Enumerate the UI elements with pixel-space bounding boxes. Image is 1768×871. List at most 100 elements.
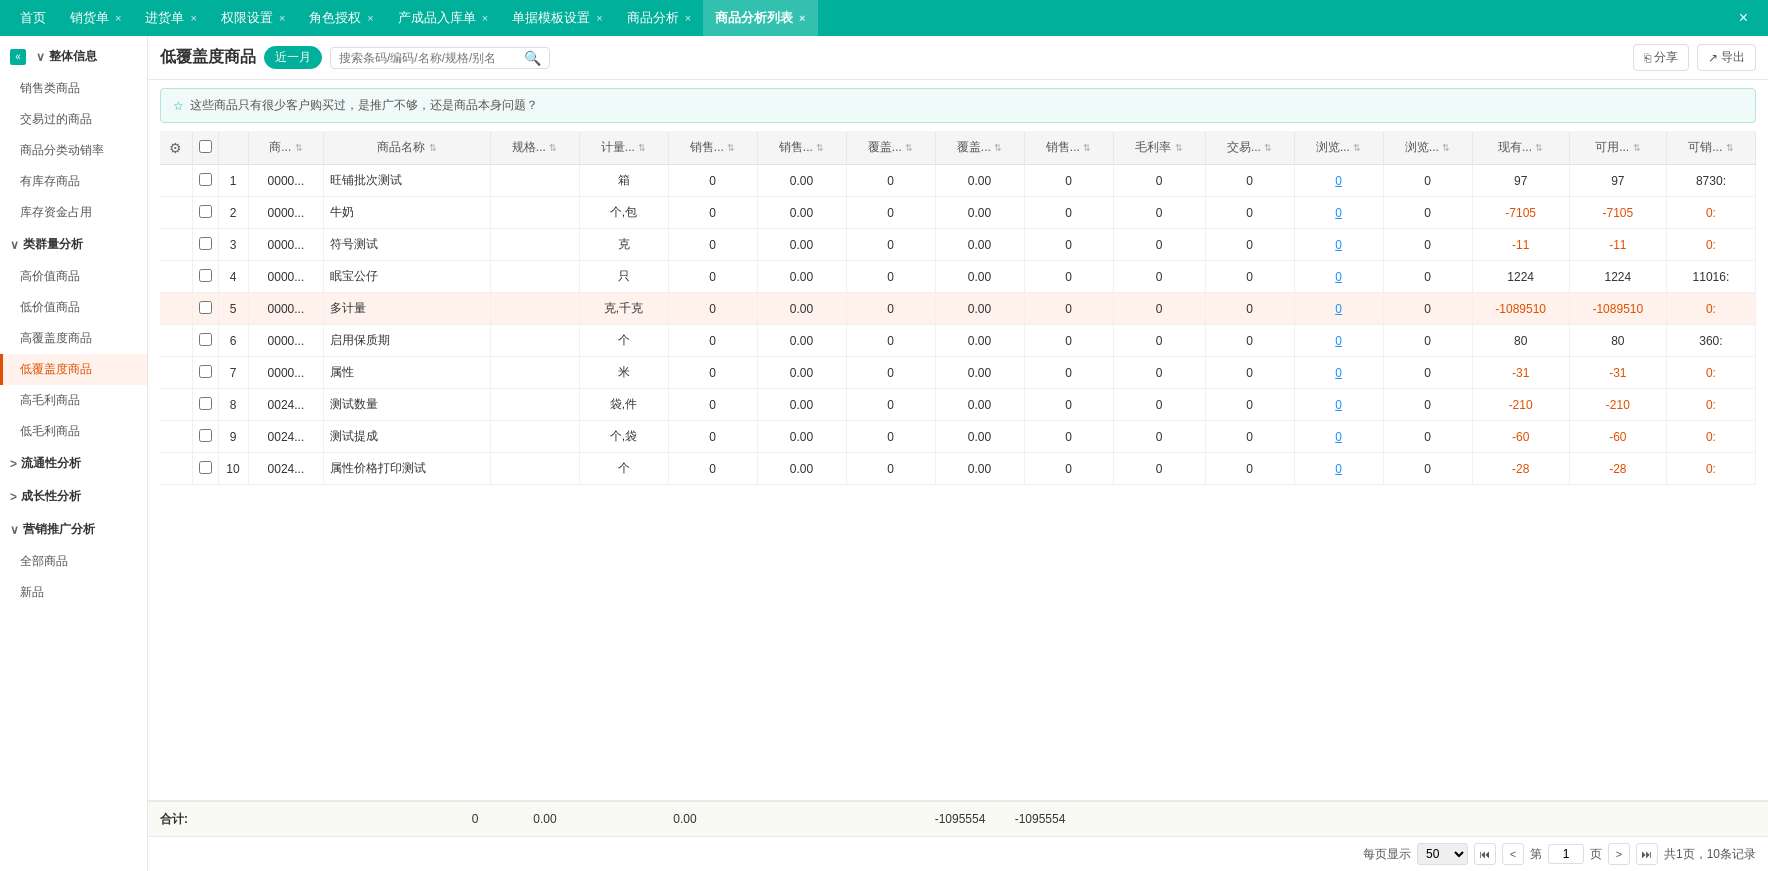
sidebar-item-capital-occupy[interactable]: 库存资金占用 [0, 197, 147, 228]
checkbox-cell[interactable] [192, 357, 218, 389]
nav-tab-role[interactable]: 角色授权 × [297, 0, 385, 36]
nav-tab-permissions[interactable]: 权限设置 × [209, 0, 297, 36]
sellable-column-header[interactable]: 可销... ⇅ [1666, 131, 1755, 165]
filter-recent-month-button[interactable]: 近一月 [264, 46, 322, 69]
row-checkbox[interactable] [199, 461, 212, 474]
coverage1-column-header[interactable]: 覆盖... ⇅ [846, 131, 935, 165]
spec-column-header[interactable]: 规格... ⇅ [490, 131, 579, 165]
sidebar-item-with-stock[interactable]: 有库存商品 [0, 166, 147, 197]
row-checkbox[interactable] [199, 429, 212, 442]
browse2-column-header[interactable]: 浏览... ⇅ [1383, 131, 1472, 165]
prev-page-button[interactable]: < [1502, 843, 1524, 865]
sidebar-item-high-profit[interactable]: 高毛利商品 [0, 385, 147, 416]
checkbox-cell[interactable] [192, 197, 218, 229]
close-icon[interactable]: × [279, 0, 285, 36]
browse1-cell[interactable]: 0 [1294, 453, 1383, 485]
sidebar-section-quantity[interactable]: ∨ 类群量分析 [0, 228, 147, 261]
browse1-cell[interactable]: 0 [1294, 325, 1383, 357]
browse1-cell[interactable]: 0 [1294, 229, 1383, 261]
close-icon[interactable]: × [190, 0, 196, 36]
close-icon[interactable]: × [685, 0, 691, 36]
footer-sales-count: 0 [440, 810, 510, 828]
available-column-header[interactable]: 可用... ⇅ [1569, 131, 1666, 165]
search-box[interactable]: 🔍 [330, 47, 550, 69]
checkbox-column-header[interactable] [192, 131, 218, 165]
browse1-cell[interactable]: 0 [1294, 357, 1383, 389]
nav-tab-template[interactable]: 单据模板设置 × [500, 0, 614, 36]
sales-amount-column-header[interactable]: 销售... ⇅ [757, 131, 846, 165]
row-checkbox[interactable] [199, 205, 212, 218]
share-button[interactable]: ⎗ 分享 [1633, 44, 1689, 71]
checkbox-cell[interactable] [192, 389, 218, 421]
sales-count-column-header[interactable]: 销售... ⇅ [668, 131, 757, 165]
gross-margin-column-header[interactable]: 毛利率 ⇅ [1113, 131, 1205, 165]
settings-column-header[interactable]: ⚙ [160, 131, 192, 165]
table-container[interactable]: ⚙ 商... ⇅ 商品名称 ⇅ 规格... ⇅ 计量... ⇅ 销售... ⇅ … [148, 131, 1768, 800]
nav-tab-sales[interactable]: 销货单 × [58, 0, 133, 36]
select-all-checkbox[interactable] [199, 140, 212, 153]
checkbox-cell[interactable] [192, 453, 218, 485]
close-icon[interactable]: × [596, 0, 602, 36]
sidebar-section-growth[interactable]: > 成长性分析 [0, 480, 147, 513]
name-column-header[interactable]: 商品名称 ⇅ [324, 131, 490, 165]
sidebar-section-flow[interactable]: > 流通性分析 [0, 447, 147, 480]
unit-column-header[interactable]: 计量... ⇅ [579, 131, 668, 165]
nav-tab-home[interactable]: 首页 [8, 0, 58, 36]
current-stock-column-header[interactable]: 现有... ⇅ [1472, 131, 1569, 165]
sidebar-item-low-profit[interactable]: 低毛利商品 [0, 416, 147, 447]
coverage2-column-header[interactable]: 覆盖... ⇅ [935, 131, 1024, 165]
export-button[interactable]: ↗ 导出 [1697, 44, 1756, 71]
nav-tab-product-entry[interactable]: 产成品入库单 × [386, 0, 500, 36]
row-checkbox[interactable] [199, 173, 212, 186]
checkbox-cell[interactable] [192, 229, 218, 261]
checkbox-cell[interactable] [192, 293, 218, 325]
close-icon[interactable]: × [367, 0, 373, 36]
checkbox-cell[interactable] [192, 325, 218, 357]
sidebar-collapse-button[interactable]: « [10, 49, 26, 65]
browse1-cell[interactable]: 0 [1294, 261, 1383, 293]
browse1-column-header[interactable]: 浏览... ⇅ [1294, 131, 1383, 165]
nav-tab-purchase[interactable]: 进货单 × [133, 0, 208, 36]
next-page-button[interactable]: > [1608, 843, 1630, 865]
row-checkbox[interactable] [199, 397, 212, 410]
close-icon[interactable]: × [115, 0, 121, 36]
page-size-select[interactable]: 50 20 100 200 [1417, 843, 1468, 865]
nav-tab-analysis-list[interactable]: 商品分析列表 × [703, 0, 817, 36]
browse1-cell[interactable]: 0 [1294, 197, 1383, 229]
nav-tab-analysis[interactable]: 商品分析 × [615, 0, 703, 36]
sidebar-item-traded-goods[interactable]: 交易过的商品 [0, 104, 147, 135]
row-checkbox[interactable] [199, 301, 212, 314]
sidebar-item-turnover-rate[interactable]: 商品分类动销率 [0, 135, 147, 166]
checkbox-cell[interactable] [192, 421, 218, 453]
last-page-button[interactable]: ⏭ [1636, 843, 1658, 865]
browse1-cell[interactable]: 0 [1294, 389, 1383, 421]
checkbox-cell[interactable] [192, 165, 218, 197]
sidebar-item-high-coverage[interactable]: 高覆盖度商品 [0, 323, 147, 354]
search-input[interactable] [339, 51, 524, 65]
page-number-input[interactable] [1548, 844, 1584, 864]
checkbox-cell[interactable] [192, 261, 218, 293]
sidebar-item-low-coverage[interactable]: 低覆盖度商品 [0, 354, 147, 385]
sidebar-item-new-goods[interactable]: 新品 [0, 577, 147, 608]
browse1-cell[interactable]: 0 [1294, 165, 1383, 197]
close-icon[interactable]: × [482, 0, 488, 36]
sidebar-item-all-goods[interactable]: 全部商品 [0, 546, 147, 577]
browse1-cell[interactable]: 0 [1294, 421, 1383, 453]
sidebar-item-sales-goods[interactable]: 销售类商品 [0, 73, 147, 104]
first-page-button[interactable]: ⏮ [1474, 843, 1496, 865]
sidebar-section-marketing[interactable]: ∨ 营销推广分析 [0, 513, 147, 546]
row-checkbox[interactable] [199, 269, 212, 282]
row-checkbox[interactable] [199, 333, 212, 346]
close-icon[interactable]: × [799, 0, 805, 36]
sidebar-section-overall[interactable]: ∨ 整体信息 [26, 40, 107, 73]
row-checkbox[interactable] [199, 365, 212, 378]
sales-detail-column-header[interactable]: 销售... ⇅ [1024, 131, 1113, 165]
window-close-button[interactable]: × [1727, 9, 1760, 27]
settings-icon[interactable]: ⚙ [169, 140, 182, 156]
sidebar-item-low-value[interactable]: 低价值商品 [0, 292, 147, 323]
code-column-header[interactable]: 商... ⇅ [248, 131, 324, 165]
browse1-cell[interactable]: 0 [1294, 293, 1383, 325]
transaction-column-header[interactable]: 交易... ⇅ [1205, 131, 1294, 165]
sidebar-item-high-value[interactable]: 高价值商品 [0, 261, 147, 292]
row-checkbox[interactable] [199, 237, 212, 250]
